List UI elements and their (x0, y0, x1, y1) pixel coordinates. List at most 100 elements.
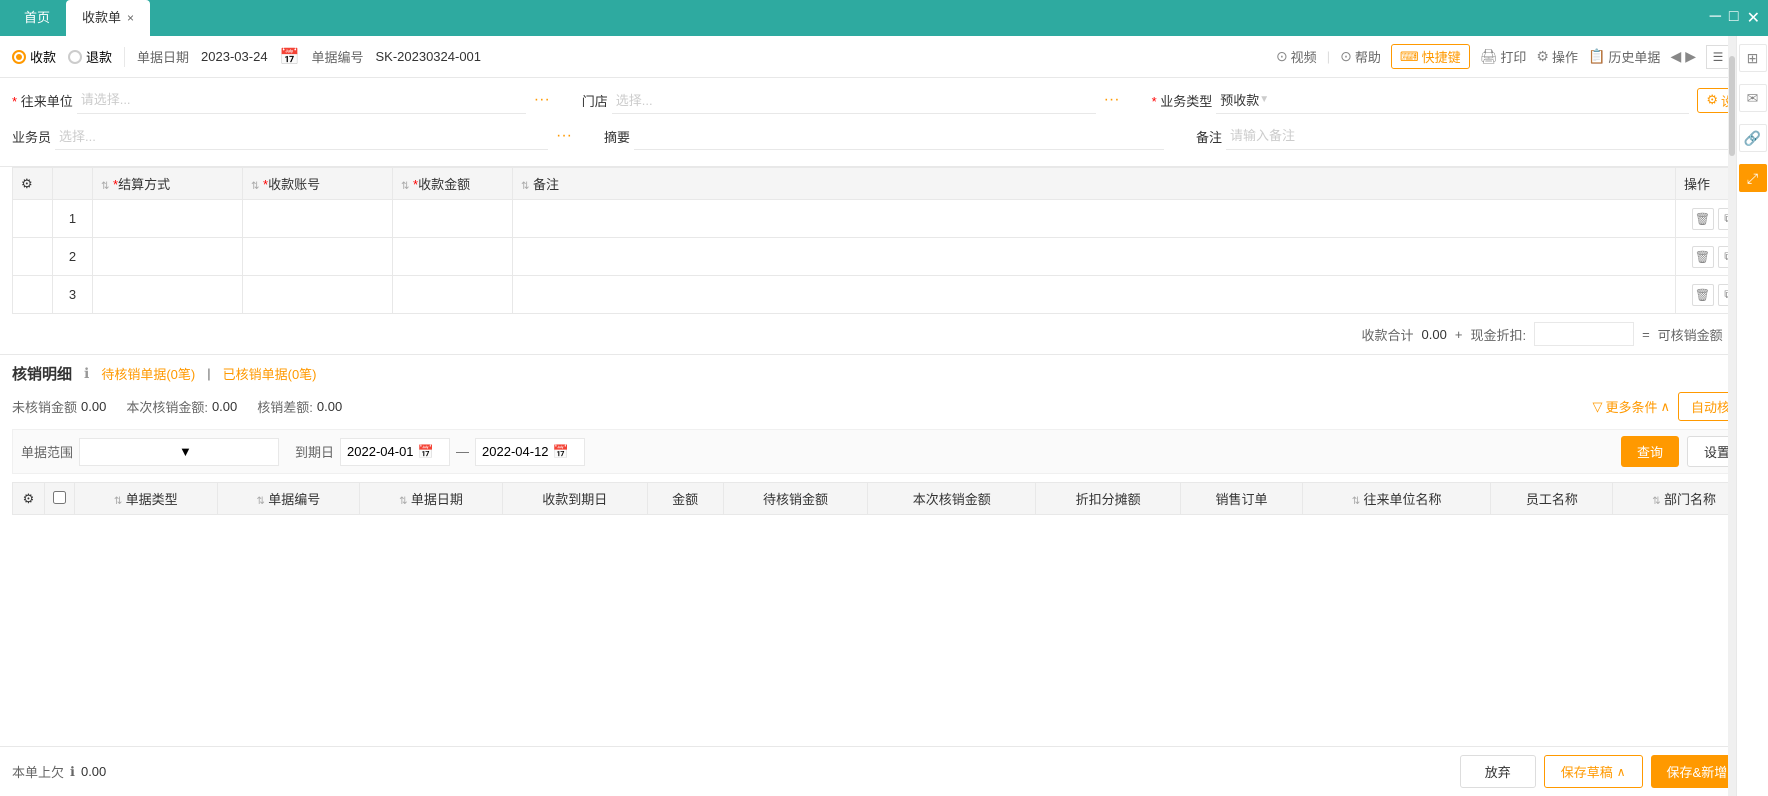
current-stat: 本次核销金额: 0.00 (126, 392, 237, 421)
tab-bar-controls: ─ □ ✕ (1710, 8, 1760, 28)
diff-value: 0.00 (317, 399, 342, 414)
due-date-end[interactable]: 2022-04-12 📅 (475, 438, 585, 466)
help-icon: ⊙ (1340, 48, 1352, 65)
btcol-discount-header: 折扣分摊额 (1036, 483, 1181, 515)
partner-input[interactable] (77, 86, 526, 114)
discount-label: 现金折扣: (1470, 325, 1526, 344)
total-value: 0.00 (1422, 327, 1447, 342)
col-account-header: ⇅ *收款账号 (243, 168, 393, 200)
sidebar-table-icon[interactable]: ⊞ (1739, 44, 1767, 72)
window-restore-icon[interactable]: □ (1729, 8, 1739, 28)
row3-settle[interactable] (93, 276, 243, 314)
net-label: 可核销金额 (1658, 325, 1723, 344)
due-date-start[interactable]: 2022-04-01 📅 (340, 438, 450, 466)
ops-btn[interactable]: ⚙ 操作 (1536, 47, 1578, 66)
col-settings-header[interactable]: ⚙ (13, 168, 53, 200)
staff-more-icon[interactable]: ··· (556, 127, 572, 145)
btcol-date-header: ⇅ 单据日期 (360, 483, 503, 515)
row1-delete-icon[interactable]: 🗑 (1692, 208, 1714, 230)
footer-info-icon[interactable]: ℹ (70, 764, 75, 780)
tab-home[interactable]: 首页 (8, 0, 66, 36)
row3-note[interactable] (513, 276, 1676, 314)
filter-icon: ▽ (1592, 399, 1602, 415)
calendar-end-icon[interactable]: 📅 (553, 444, 569, 460)
calendar-icon[interactable]: 📅 (280, 47, 300, 67)
nav-prev-icon[interactable]: ◀ (1670, 48, 1681, 65)
staff-placeholder: 选择... (59, 126, 544, 145)
shop-field: 门店 选择... ··· (582, 86, 1120, 114)
sidebar-expand-icon[interactable]: ⤢ (1739, 164, 1767, 192)
staff-select[interactable]: 选择... (55, 122, 548, 150)
select-all-checkbox[interactable] (53, 491, 66, 504)
this-order-label: 本单上欠 (12, 762, 64, 781)
save-draft-btn[interactable]: 保存草稿 ∧ (1544, 755, 1643, 788)
calendar-start-icon[interactable]: 📅 (418, 444, 434, 460)
diff-label: 核销差额: (257, 397, 313, 416)
radio-receipt[interactable]: 收款 (12, 47, 56, 66)
more-filter-btn[interactable]: ▽ 更多条件 ∧ (1592, 397, 1670, 416)
scrollbar[interactable] (1728, 36, 1736, 796)
radio-refund[interactable]: 退款 (68, 47, 112, 66)
row1-settle[interactable] (93, 200, 243, 238)
pending-tab[interactable]: 待核销单据(0笔) (101, 364, 195, 383)
history-btn[interactable]: 📋 历史单据 (1588, 47, 1660, 66)
btcol-settings-header[interactable]: ⚙ (13, 483, 45, 515)
row2-delete-icon[interactable]: 🗑 (1692, 246, 1714, 268)
bt-settings-icon[interactable]: ⚙ (23, 491, 35, 506)
row2-note[interactable] (513, 238, 1676, 276)
row2-amount[interactable] (393, 238, 513, 276)
equals-sign: = (1642, 327, 1650, 342)
range-select[interactable]: ▼ (79, 438, 279, 466)
top-toolbar: 收款 退款 单据日期 2023-03-24 📅 单据编号 SK-20230324… (0, 36, 1768, 78)
sidebar-mail-icon[interactable]: ✉ (1739, 84, 1767, 112)
toolbar-right: ⊙ 视频 | ⊙ 帮助 ⌨ 快捷键 🖨 打印 ⚙ 操作 📋 历史单据 (1276, 44, 1756, 69)
query-btn[interactable]: 查询 (1621, 436, 1679, 467)
hexiao-info-icon[interactable]: ℹ (84, 365, 89, 382)
due-date-label: 到期日 (295, 442, 334, 461)
discount-input[interactable] (1534, 322, 1634, 346)
btcol-partner-header: ⇅ 往来单位名称 (1302, 483, 1491, 515)
no-label: 单据编号 (311, 47, 363, 66)
unchecked-stat: 未核销金额 0.00 (12, 392, 106, 421)
help-label: 帮助 (1355, 47, 1381, 66)
partner-more-icon[interactable]: ··· (534, 91, 550, 109)
window-close-icon[interactable]: ✕ (1747, 8, 1760, 28)
tab-receipt[interactable]: 收款单 × (66, 0, 150, 36)
shortcut-icon: ⌨ (1400, 49, 1419, 65)
staff-label: 业务员 (12, 127, 51, 146)
view-list-btn[interactable]: ☰ (1706, 45, 1730, 69)
shop-more-icon[interactable]: ··· (1104, 91, 1120, 109)
row1-note[interactable] (513, 200, 1676, 238)
abandon-btn[interactable]: 放弃 (1460, 755, 1536, 788)
ops-icon: ⚙ (1536, 48, 1549, 65)
done-tab[interactable]: 已核销单据(0笔) (223, 364, 317, 383)
row2-account[interactable] (243, 238, 393, 276)
table-settings-icon[interactable]: ⚙ (21, 176, 33, 191)
main-content: 收款 退款 单据日期 2023-03-24 📅 单据编号 SK-20230324… (0, 36, 1768, 796)
help-btn[interactable]: ⊙ 帮助 (1340, 47, 1381, 66)
btcol-checkbox-header[interactable] (45, 483, 75, 515)
biz-type-select[interactable]: 预收款 ▼ (1216, 86, 1689, 114)
row1-account[interactable] (243, 200, 393, 238)
sidebar-link-icon[interactable]: 🔗 (1739, 124, 1767, 152)
shop-select[interactable]: 选择... (612, 86, 1096, 114)
form-area: * 往来单位 ··· 门店 选择... ··· * 业务类型 预收款 ▼ (0, 78, 1768, 167)
print-label: 打印 (1500, 47, 1526, 66)
scroll-thumb[interactable] (1729, 56, 1735, 156)
video-btn[interactable]: ⊙ 视频 (1276, 47, 1317, 66)
form-row-2: 业务员 选择... ··· 摘要 备注 (12, 122, 1756, 150)
row3-amount[interactable] (393, 276, 513, 314)
tab-close-icon[interactable]: × (127, 0, 134, 36)
window-minimize-icon[interactable]: ─ (1710, 8, 1721, 28)
row3-account[interactable] (243, 276, 393, 314)
remark-input[interactable] (1226, 122, 1756, 150)
shortcut-btn[interactable]: ⌨ 快捷键 (1391, 44, 1470, 69)
row2-settle[interactable] (93, 238, 243, 276)
settings-icon: ⚙ (1706, 92, 1718, 108)
summary-input[interactable] (634, 122, 1164, 150)
row3-delete-icon[interactable]: 🗑 (1692, 284, 1714, 306)
row1-amount[interactable] (393, 200, 513, 238)
nav-next-icon[interactable]: ▶ (1685, 48, 1696, 65)
print-btn[interactable]: 🖨 打印 (1480, 47, 1527, 66)
save-new-label: 保存&新增 (1667, 762, 1728, 781)
